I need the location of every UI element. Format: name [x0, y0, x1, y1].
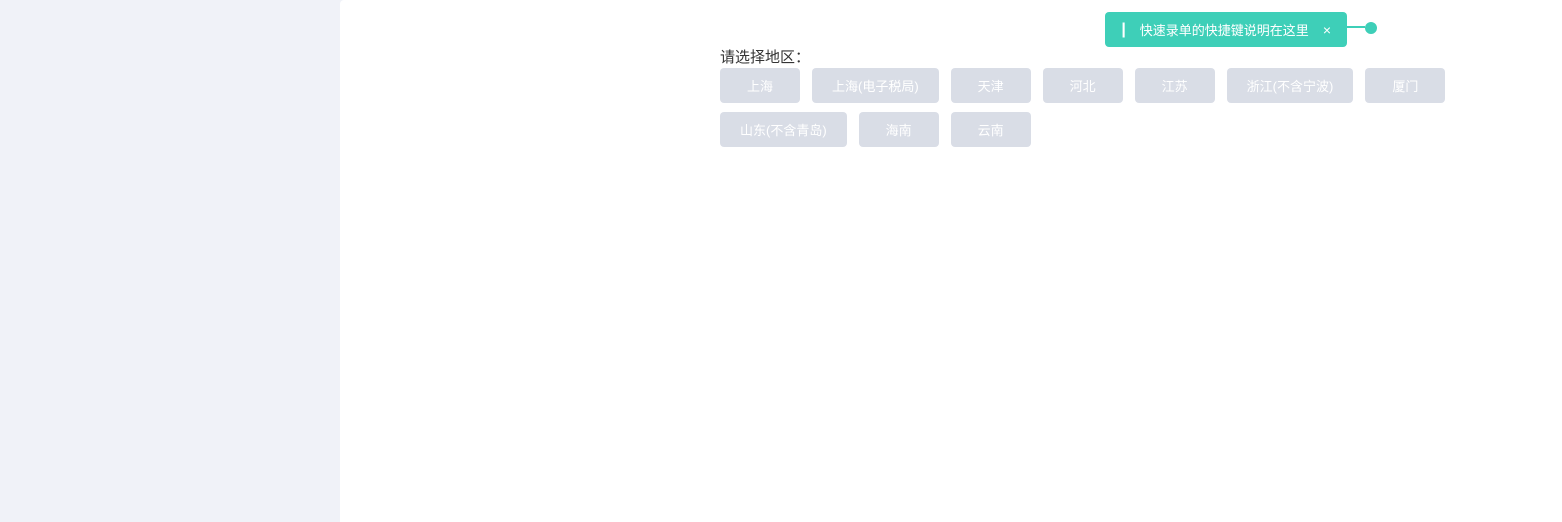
tooltip-close-button[interactable]: × — [1323, 22, 1331, 38]
main-content: 请选择地区： 上海 上海(电子税局) 天津 河北 江苏 浙江(不含宁波) 厦门 … — [340, 0, 1562, 522]
btn-tianjin[interactable]: 天津 — [951, 68, 1031, 103]
sidebar — [0, 0, 340, 522]
btn-yunnan[interactable]: 云南 — [951, 112, 1031, 147]
btn-hainan[interactable]: 海南 — [859, 112, 939, 147]
btn-shandong[interactable]: 山东(不含青岛) — [720, 112, 847, 147]
btn-shanghai-etax[interactable]: 上海(电子税局) — [812, 68, 939, 103]
page-label: 请选择地区： — [720, 46, 810, 67]
region-buttons-row1: 上海 上海(电子税局) 天津 河北 江苏 浙江(不含宁波) 厦门 — [720, 68, 1445, 103]
btn-shanghai[interactable]: 上海 — [720, 68, 800, 103]
tooltip-text: 快速录单的快捷键说明在这里 — [1140, 20, 1309, 39]
dot-indicator — [1365, 22, 1377, 34]
connector-line — [1347, 26, 1365, 28]
btn-zhejiang[interactable]: 浙江(不含宁波) — [1227, 68, 1354, 103]
btn-hebei[interactable]: 河北 — [1043, 68, 1123, 103]
region-buttons-row2: 山东(不含青岛) 海南 云南 — [720, 112, 1031, 147]
btn-jiangsu[interactable]: 江苏 — [1135, 68, 1215, 103]
tooltip-banner: 快速录单的快捷键说明在这里 × — [1105, 12, 1347, 47]
btn-xiamen[interactable]: 厦门 — [1365, 68, 1445, 103]
